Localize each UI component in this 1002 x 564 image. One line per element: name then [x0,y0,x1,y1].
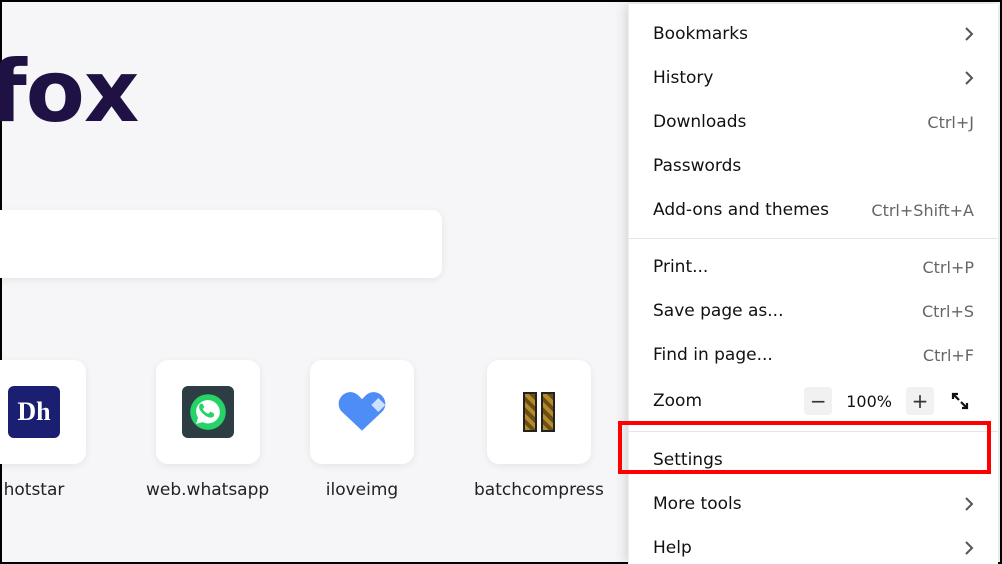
hotstar-icon: Dh [8,386,60,438]
menu-item-shortcut: Ctrl+S [922,302,974,321]
menu-settings[interactable]: Settings [629,438,998,482]
tile-hotstar[interactable]: Dh hotstar [0,360,86,500]
menu-item-label: Help [653,538,692,558]
heart-icon [334,384,390,440]
menu-passwords[interactable]: Passwords [629,144,998,188]
menu-item-label: Print... [653,257,708,277]
chevron-right-icon [964,540,974,556]
zoom-out-button[interactable]: − [804,387,832,415]
tile-iloveimg[interactable]: iloveimg [310,360,414,500]
chevron-right-icon [964,70,974,86]
menu-zoom-row: Zoom − 100% + [629,377,998,425]
menu-item-label: Add-ons and themes [653,200,829,220]
menu-moretools[interactable]: More tools [629,482,998,526]
menu-item-label: Downloads [653,112,746,132]
menu-item-label: Settings [653,450,723,470]
viewport: efox Dh hotstar web.whatsapp [0,0,1002,564]
whatsapp-icon [182,386,234,438]
menu-bookmarks[interactable]: Bookmarks [629,12,998,56]
menu-item-label: Passwords [653,156,741,176]
tile-label: batchcompress [474,480,604,500]
menu-findinpage[interactable]: Find in page... Ctrl+F [629,333,998,377]
chevron-right-icon [964,26,974,42]
tile-icon-box [156,360,260,464]
menu-print[interactable]: Print... Ctrl+P [629,245,998,289]
zoom-label: Zoom [653,391,702,411]
tile-icon-box: Dh [0,360,86,464]
fullscreen-button[interactable] [946,387,974,415]
tile-label: hotstar [0,480,86,500]
menu-help[interactable]: Help [629,526,998,564]
menu-item-shortcut: Ctrl+P [922,258,974,277]
menu-item-label: History [653,68,713,88]
menu-item-label: Find in page... [653,345,773,365]
tile-icon-box [310,360,414,464]
chevron-right-icon [964,496,974,512]
tile-batchcompress[interactable]: batchcompress [474,360,604,500]
menu-item-label: Save page as... [653,301,783,321]
zoom-value: 100% [846,392,892,411]
menu-item-shortcut: Ctrl+J [927,113,974,132]
menu-history[interactable]: History [629,56,998,100]
zoom-in-button[interactable]: + [906,387,934,415]
menu-item-shortcut: Ctrl+F [923,346,974,365]
app-menu: Bookmarks History Downloads Ctrl+J Passw… [628,4,998,564]
menu-separator [629,238,998,239]
tile-icon-box [487,360,591,464]
compress-icon [523,392,555,432]
topsites-row: Dh hotstar web.whatsapp iloveim [0,360,642,540]
search-input[interactable] [0,210,442,278]
menu-downloads[interactable]: Downloads Ctrl+J [629,100,998,144]
tile-label: iloveimg [310,480,414,500]
firefox-wordmark: efox [0,42,138,142]
menu-item-shortcut: Ctrl+Shift+A [871,201,974,220]
menu-item-label: More tools [653,494,742,514]
menu-separator [629,431,998,432]
menu-item-label: Bookmarks [653,24,748,44]
tile-web-whatsapp[interactable]: web.whatsapp [146,360,269,500]
menu-savepage[interactable]: Save page as... Ctrl+S [629,289,998,333]
tile-label: web.whatsapp [146,480,269,500]
menu-addons[interactable]: Add-ons and themes Ctrl+Shift+A [629,188,998,232]
